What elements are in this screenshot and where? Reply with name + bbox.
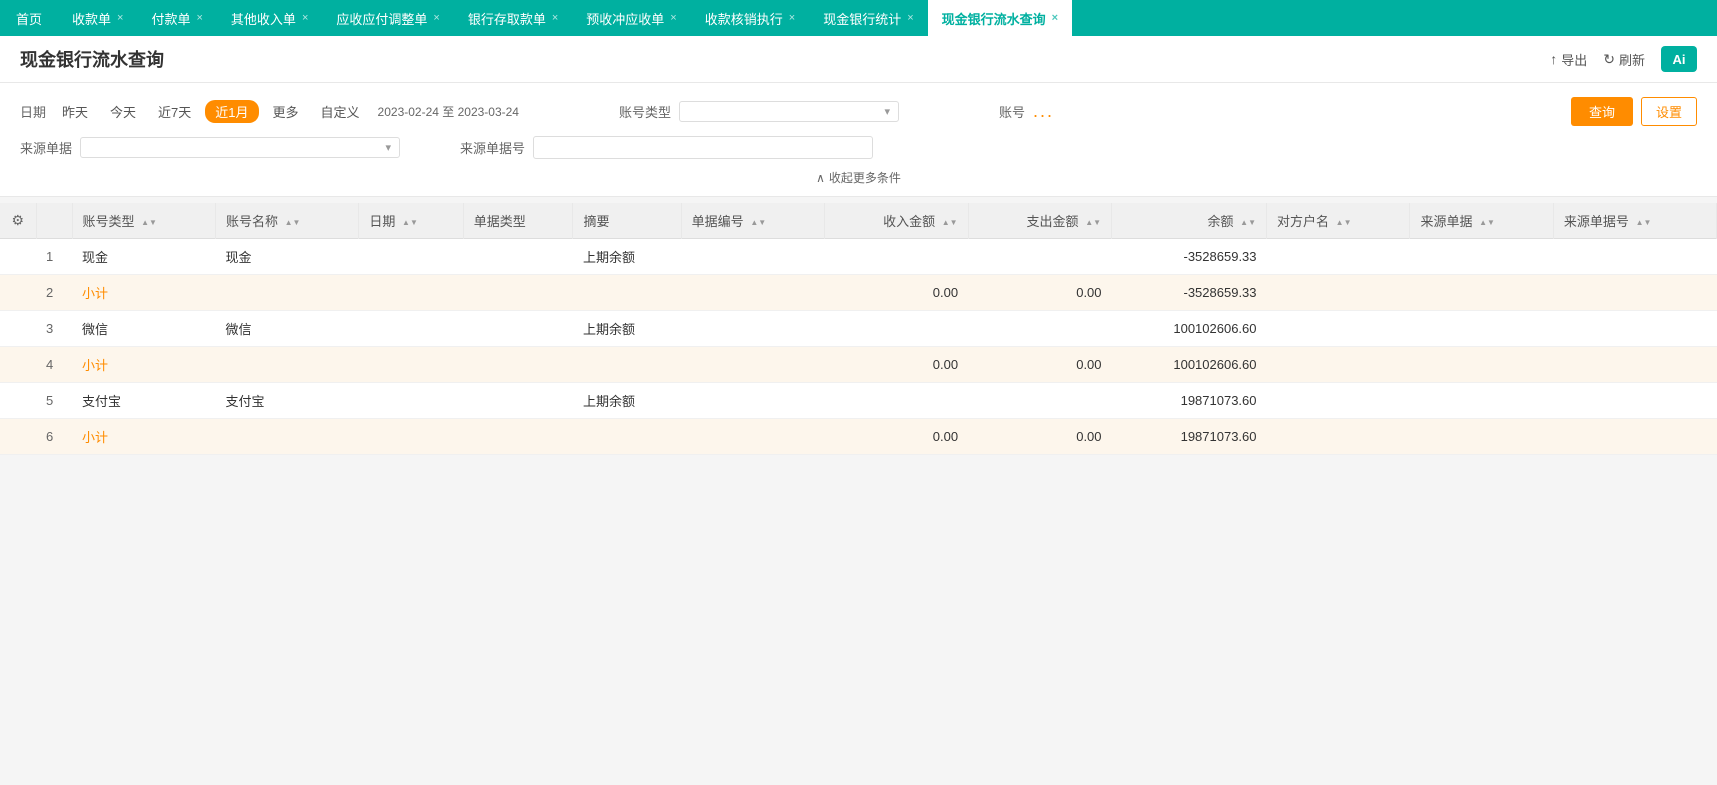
filter-row-1: 日期 昨天 今天 近7天 近1月 更多 自定义 2023-02-24 至 202…	[20, 97, 1697, 126]
top-nav: 首页 收款单 × 付款单 × 其他收入单 × 应收应付调整单 × 银行存取款单 …	[0, 0, 1717, 36]
sort-doc-no-icon: ▲▼	[750, 218, 766, 227]
th-doc-type: 单据类型	[463, 203, 573, 239]
account-type-label: 账号类型	[619, 102, 671, 121]
close-tab-1-icon[interactable]: ×	[196, 12, 202, 24]
th-source-doc[interactable]: 来源单据 ▲▼	[1410, 203, 1553, 239]
close-tab-2-icon[interactable]: ×	[302, 12, 308, 24]
table-row: 2小计0.000.00-3528659.33	[0, 275, 1717, 311]
nav-tab-0[interactable]: 收款单 ×	[58, 0, 137, 36]
table-row: 3微信微信上期余额100102606.60	[0, 311, 1717, 347]
nav-tab-5[interactable]: 预收冲应收单 ×	[572, 0, 690, 36]
date-option-today[interactable]: 今天	[102, 100, 144, 123]
date-label: 日期	[20, 102, 46, 121]
header-actions: ↑ 导出 ↻ 刷新 Ai	[1550, 46, 1697, 72]
sort-account-type-icon: ▲▼	[141, 218, 157, 227]
nav-home[interactable]: 首页	[0, 0, 58, 36]
close-tab-8-icon[interactable]: ×	[1052, 12, 1058, 24]
table-row: 5支付宝支付宝上期余额19871073.60	[0, 383, 1717, 419]
close-tab-6-icon[interactable]: ×	[789, 12, 795, 24]
close-tab-4-icon[interactable]: ×	[552, 12, 558, 24]
close-tab-0-icon[interactable]: ×	[117, 12, 123, 24]
th-summary: 摘要	[573, 203, 681, 239]
table-row: 1现金现金上期余额-3528659.33	[0, 239, 1717, 275]
page-title: 现金银行流水查询	[20, 46, 164, 72]
collapse-bar[interactable]: ∧ 收起更多条件	[20, 169, 1697, 186]
close-tab-7-icon[interactable]: ×	[907, 12, 913, 24]
th-counterpart[interactable]: 对方户名 ▲▼	[1267, 203, 1410, 239]
source-doc-no-input[interactable]	[533, 136, 873, 159]
sort-income-icon: ▲▼	[942, 218, 958, 227]
th-date[interactable]: 日期 ▲▼	[359, 203, 463, 239]
nav-tab-3[interactable]: 应收应付调整单 ×	[322, 0, 453, 36]
account-type-select[interactable]: ▾	[679, 101, 899, 122]
account-filter-group: 账号 ...	[999, 101, 1054, 122]
sort-counterpart-icon: ▲▼	[1336, 218, 1352, 227]
source-doc-select[interactable]: ▾	[80, 137, 400, 158]
date-option-custom[interactable]: 自定义	[313, 100, 368, 123]
th-account-name[interactable]: 账号名称 ▲▼	[215, 203, 358, 239]
filter-area: 日期 昨天 今天 近7天 近1月 更多 自定义 2023-02-24 至 202…	[0, 83, 1717, 197]
query-button[interactable]: 查询	[1571, 97, 1633, 126]
refresh-icon: ↻	[1603, 51, 1615, 68]
sort-balance-icon: ▲▼	[1240, 218, 1256, 227]
account-type-filter-group: 账号类型 ▾	[619, 101, 899, 122]
source-doc-no-label: 来源单据号	[460, 138, 525, 157]
table-container: ⚙ 账号类型 ▲▼ 账号名称 ▲▼ 日期 ▲▼ 单据类型 摘要 单	[0, 203, 1717, 455]
date-filter-group: 日期 昨天 今天 近7天 近1月 更多 自定义 2023-02-24 至 202…	[20, 100, 519, 123]
th-doc-no[interactable]: 单据编号 ▲▼	[681, 203, 824, 239]
table-row: 4小计0.000.00100102606.60	[0, 347, 1717, 383]
table-header-row: ⚙ 账号类型 ▲▼ 账号名称 ▲▼ 日期 ▲▼ 单据类型 摘要 单	[0, 203, 1717, 239]
action-buttons: 查询 设置	[1571, 97, 1697, 126]
account-dots[interactable]: ...	[1033, 101, 1054, 122]
collapse-text: 收起更多条件	[829, 169, 901, 186]
date-range-display: 2023-02-24 至 2023-03-24	[378, 103, 519, 120]
nav-tab-4[interactable]: 银行存取款单 ×	[454, 0, 572, 36]
ai-badge[interactable]: Ai	[1661, 46, 1697, 72]
source-doc-chevron-icon: ▾	[385, 141, 391, 154]
th-source-doc-no[interactable]: 来源单据号 ▲▼	[1553, 203, 1716, 239]
chevron-up-icon: ∧	[816, 171, 825, 185]
th-income[interactable]: 收入金额 ▲▼	[825, 203, 968, 239]
date-option-more[interactable]: 更多	[265, 100, 307, 123]
table-body: 1现金现金上期余额-3528659.332小计0.000.00-3528659.…	[0, 239, 1717, 455]
settings-button[interactable]: 设置	[1641, 97, 1697, 126]
filter-row-2: 来源单据 ▾ 来源单据号	[20, 136, 1697, 159]
column-settings-icon[interactable]: ⚙	[11, 212, 24, 228]
sort-account-name-icon: ▲▼	[285, 218, 301, 227]
data-table: ⚙ 账号类型 ▲▼ 账号名称 ▲▼ 日期 ▲▼ 单据类型 摘要 单	[0, 203, 1717, 455]
date-options: 昨天 今天 近7天 近1月 更多 自定义 2023-02-24 至 2023-0…	[54, 100, 519, 123]
nav-tab-2[interactable]: 其他收入单 ×	[217, 0, 322, 36]
close-tab-3-icon[interactable]: ×	[433, 12, 439, 24]
export-button[interactable]: ↑ 导出	[1550, 50, 1587, 69]
nav-tab-6[interactable]: 收款核销执行 ×	[691, 0, 809, 36]
account-label: 账号	[999, 102, 1025, 121]
source-doc-label: 来源单据	[20, 138, 72, 157]
date-option-yesterday[interactable]: 昨天	[54, 100, 96, 123]
export-icon: ↑	[1550, 51, 1557, 67]
source-doc-no-filter-group: 来源单据号	[460, 136, 873, 159]
nav-tab-8[interactable]: 现金银行流水查询 ×	[928, 0, 1072, 36]
source-doc-filter-group: 来源单据 ▾	[20, 137, 400, 158]
account-type-chevron-icon: ▾	[884, 105, 890, 118]
table-row: 6小计0.000.0019871073.60	[0, 419, 1717, 455]
th-account-type[interactable]: 账号类型 ▲▼	[72, 203, 215, 239]
th-rownum	[36, 203, 72, 239]
page-header: 现金银行流水查询 ↑ 导出 ↻ 刷新 Ai	[0, 36, 1717, 83]
date-option-1month[interactable]: 近1月	[205, 100, 258, 123]
sort-source-doc-no-icon: ▲▼	[1636, 218, 1652, 227]
sort-date-icon: ▲▼	[402, 218, 418, 227]
nav-tab-1[interactable]: 付款单 ×	[137, 0, 216, 36]
th-expense[interactable]: 支出金额 ▲▼	[968, 203, 1111, 239]
th-settings[interactable]: ⚙	[0, 203, 36, 239]
close-tab-5-icon[interactable]: ×	[670, 12, 676, 24]
th-balance[interactable]: 余额 ▲▼	[1112, 203, 1267, 239]
sort-expense-icon: ▲▼	[1085, 218, 1101, 227]
refresh-button[interactable]: ↻ 刷新	[1603, 50, 1645, 69]
nav-tab-7[interactable]: 现金银行统计 ×	[809, 0, 927, 36]
date-option-7days[interactable]: 近7天	[150, 100, 199, 123]
sort-source-doc-icon: ▲▼	[1479, 218, 1495, 227]
